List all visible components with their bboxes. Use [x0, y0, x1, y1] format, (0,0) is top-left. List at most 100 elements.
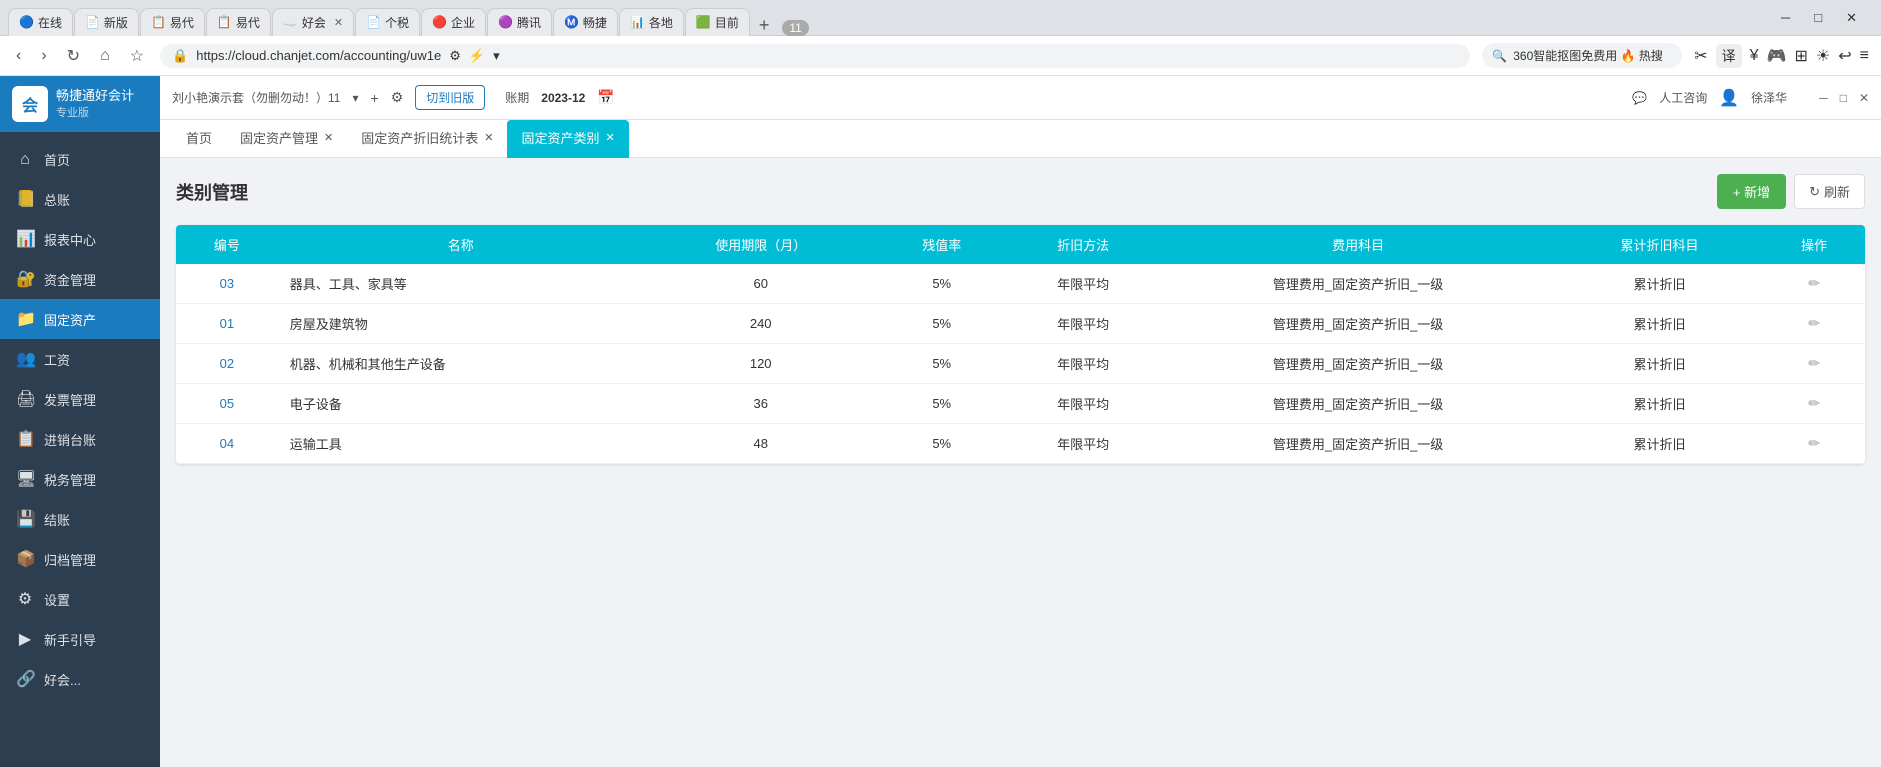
- sidebar-item-close[interactable]: 💾 结账: [0, 499, 160, 539]
- sidebar-item-tax[interactable]: 🖥 税务管理: [0, 459, 160, 499]
- sidebar-label-close: 结账: [44, 510, 70, 529]
- edit-button-2[interactable]: ✏: [1808, 355, 1820, 371]
- tab-fixed-asset-mgmt[interactable]: 固定资产管理 ✕: [226, 120, 347, 158]
- new-tab-button[interactable]: +: [751, 15, 778, 36]
- edit-button-1[interactable]: ✏: [1808, 315, 1820, 331]
- grid-icon[interactable]: ⊞: [1795, 46, 1808, 66]
- tab-close-asset-category[interactable]: ✕: [606, 131, 615, 144]
- bookmark-button[interactable]: ☆: [126, 42, 148, 70]
- add-company-icon[interactable]: +: [371, 90, 379, 106]
- sidebar-item-archive[interactable]: 📦 归档管理: [0, 539, 160, 579]
- brightness-icon[interactable]: ☀: [1816, 46, 1830, 66]
- sidebar-logo: 会 畅捷通好会计 专业版: [0, 76, 160, 132]
- period-value: 2023-12: [541, 91, 585, 105]
- help-icon[interactable]: 💬: [1632, 91, 1647, 105]
- cell-accumulated-1: 累计折旧: [1556, 304, 1763, 344]
- browser-tab-changjie[interactable]: Ⓜ️ 畅捷: [553, 8, 618, 36]
- tab-icon: 🟣: [498, 15, 513, 29]
- sidebar-item-fixed-assets[interactable]: 📁 固定资产: [0, 299, 160, 339]
- sidebar-item-invoice[interactable]: 🖨 发票管理: [0, 379, 160, 419]
- forward-button[interactable]: ›: [37, 43, 50, 69]
- haohui-icon: 🔗: [16, 669, 34, 689]
- reload-button[interactable]: ↻: [63, 42, 84, 70]
- edit-button-4[interactable]: ✏: [1808, 435, 1820, 451]
- browser-tab-geshui[interactable]: 📄 个税: [355, 8, 420, 36]
- tab-home[interactable]: 首页: [172, 120, 226, 158]
- tab-label: 好会: [302, 14, 326, 31]
- search-box[interactable]: 🔍 360智能抠图免费用 🔥 热搜: [1482, 43, 1682, 68]
- sidebar-item-haohui[interactable]: 🔗 好会...: [0, 659, 160, 699]
- sidebar-item-home[interactable]: ⌂ 首页: [0, 140, 160, 179]
- tab-close-fixed-asset-mgmt[interactable]: ✕: [324, 131, 333, 144]
- switch-to-old-button[interactable]: 切到旧版: [415, 85, 485, 110]
- window-restore-icon[interactable]: □: [1840, 91, 1847, 105]
- tab-asset-category[interactable]: 固定资产类别 ✕: [507, 120, 628, 158]
- window-close-icon[interactable]: ✕: [1859, 91, 1869, 105]
- settings-top-icon[interactable]: ⚙: [391, 89, 404, 106]
- tab-depreciation-stats-label: 固定资产折旧统计表: [361, 128, 478, 147]
- browser-tab-yidai1[interactable]: 📋 易代: [140, 8, 205, 36]
- tab-depreciation-stats[interactable]: 固定资产折旧统计表 ✕: [347, 120, 507, 158]
- browser-tab-yidai2[interactable]: 📋 易代: [206, 8, 271, 36]
- home-icon: ⌂: [16, 151, 34, 169]
- col-header-code: 编号: [176, 225, 278, 264]
- tab-close-depreciation-stats[interactable]: ✕: [484, 131, 493, 144]
- dropdown-icon[interactable]: ▾: [352, 91, 358, 105]
- tab-close-haohui[interactable]: ✕: [334, 16, 343, 29]
- reports-icon: 📊: [16, 229, 34, 249]
- sidebar-label-ledger: 总账: [44, 190, 70, 209]
- window-minimize-icon[interactable]: ─: [1819, 91, 1828, 105]
- browser-tab-new[interactable]: 📄 新版: [74, 8, 139, 36]
- fixed-assets-icon: 📁: [16, 309, 34, 329]
- sidebar-item-funds[interactable]: 🔐 资金管理: [0, 259, 160, 299]
- invoice-icon: 🖨: [16, 389, 34, 409]
- col-header-accumulated: 累计折旧科目: [1556, 225, 1763, 264]
- tab-label: 企业: [451, 14, 475, 31]
- translate-icon[interactable]: 译: [1716, 44, 1742, 68]
- sidebar-label-archive: 归档管理: [44, 550, 96, 569]
- col-header-expense: 费用科目: [1160, 225, 1555, 264]
- search-text: 360智能抠图免费用 🔥 热搜: [1513, 47, 1663, 64]
- category-table: 编号 名称 使用期限（月） 残值率 折旧方法 费用科目 累计折旧科目 操作 03…: [176, 225, 1865, 464]
- close-window-icon[interactable]: ✕: [1838, 6, 1865, 30]
- cell-accumulated-3: 累计折旧: [1556, 384, 1763, 424]
- cell-months-2: 120: [644, 344, 878, 384]
- sidebar-item-reports[interactable]: 📊 报表中心: [0, 219, 160, 259]
- cell-action-2: ✏: [1763, 344, 1865, 384]
- browser-tab-gedi[interactable]: 📊 各地: [619, 8, 684, 36]
- url-bar[interactable]: 🔒 https://cloud.chanjet.com/accounting/u…: [160, 44, 1470, 68]
- browser-tab-muqian[interactable]: 🟩 目前: [685, 8, 750, 36]
- menu-icon[interactable]: ≡: [1860, 47, 1869, 65]
- cell-residual-1: 5%: [878, 304, 1006, 344]
- game-icon[interactable]: 🎮: [1767, 46, 1787, 66]
- edit-button-3[interactable]: ✏: [1808, 395, 1820, 411]
- payroll-icon: 👥: [16, 349, 34, 369]
- refresh-button[interactable]: ↻ 刷新: [1794, 174, 1865, 209]
- cell-months-0: 60: [644, 264, 878, 304]
- home-button[interactable]: ⌂: [96, 43, 114, 69]
- edit-button-0[interactable]: ✏: [1808, 275, 1820, 291]
- browser-tab-tengxun[interactable]: 🟣 腾讯: [487, 8, 552, 36]
- sidebar-item-purchase-sales[interactable]: 📋 进销台账: [0, 419, 160, 459]
- currency-icon[interactable]: ¥: [1750, 47, 1759, 65]
- sidebar-item-settings[interactable]: ⚙ 设置: [0, 579, 160, 619]
- browser-tab-qiye[interactable]: 🔴 企业: [421, 8, 486, 36]
- funds-icon: 🔐: [16, 269, 34, 289]
- back-button[interactable]: ‹: [12, 43, 25, 69]
- scissors-icon[interactable]: ✂: [1694, 46, 1707, 66]
- minimize-icon[interactable]: ─: [1773, 6, 1798, 29]
- undo-icon[interactable]: ↩: [1838, 46, 1851, 66]
- add-category-button[interactable]: + 新增: [1717, 174, 1786, 209]
- sidebar-item-guide[interactable]: ▶ 新手引导: [0, 619, 160, 659]
- tab-icon: 🟩: [696, 15, 711, 29]
- browser-tab-haohui[interactable]: ☁️ 好会 ✕: [272, 8, 354, 36]
- calendar-icon[interactable]: 📅: [597, 89, 614, 106]
- cell-expense-4: 管理费用_固定资产折旧_一级: [1160, 424, 1555, 464]
- sidebar-item-ledger[interactable]: 📒 总账: [0, 179, 160, 219]
- app-top-bar: 刘小艳演示套（勿删勿动！）11 ▾ + ⚙ 切到旧版 账期 2023-12 📅 …: [160, 76, 1881, 120]
- sidebar-item-payroll[interactable]: 👥 工资: [0, 339, 160, 379]
- maximize-icon[interactable]: □: [1806, 6, 1830, 29]
- browser-tab-online[interactable]: 🔵 在线: [8, 8, 73, 36]
- sidebar-label-payroll: 工资: [44, 350, 70, 369]
- url-dropdown-icon[interactable]: ▾: [493, 48, 500, 64]
